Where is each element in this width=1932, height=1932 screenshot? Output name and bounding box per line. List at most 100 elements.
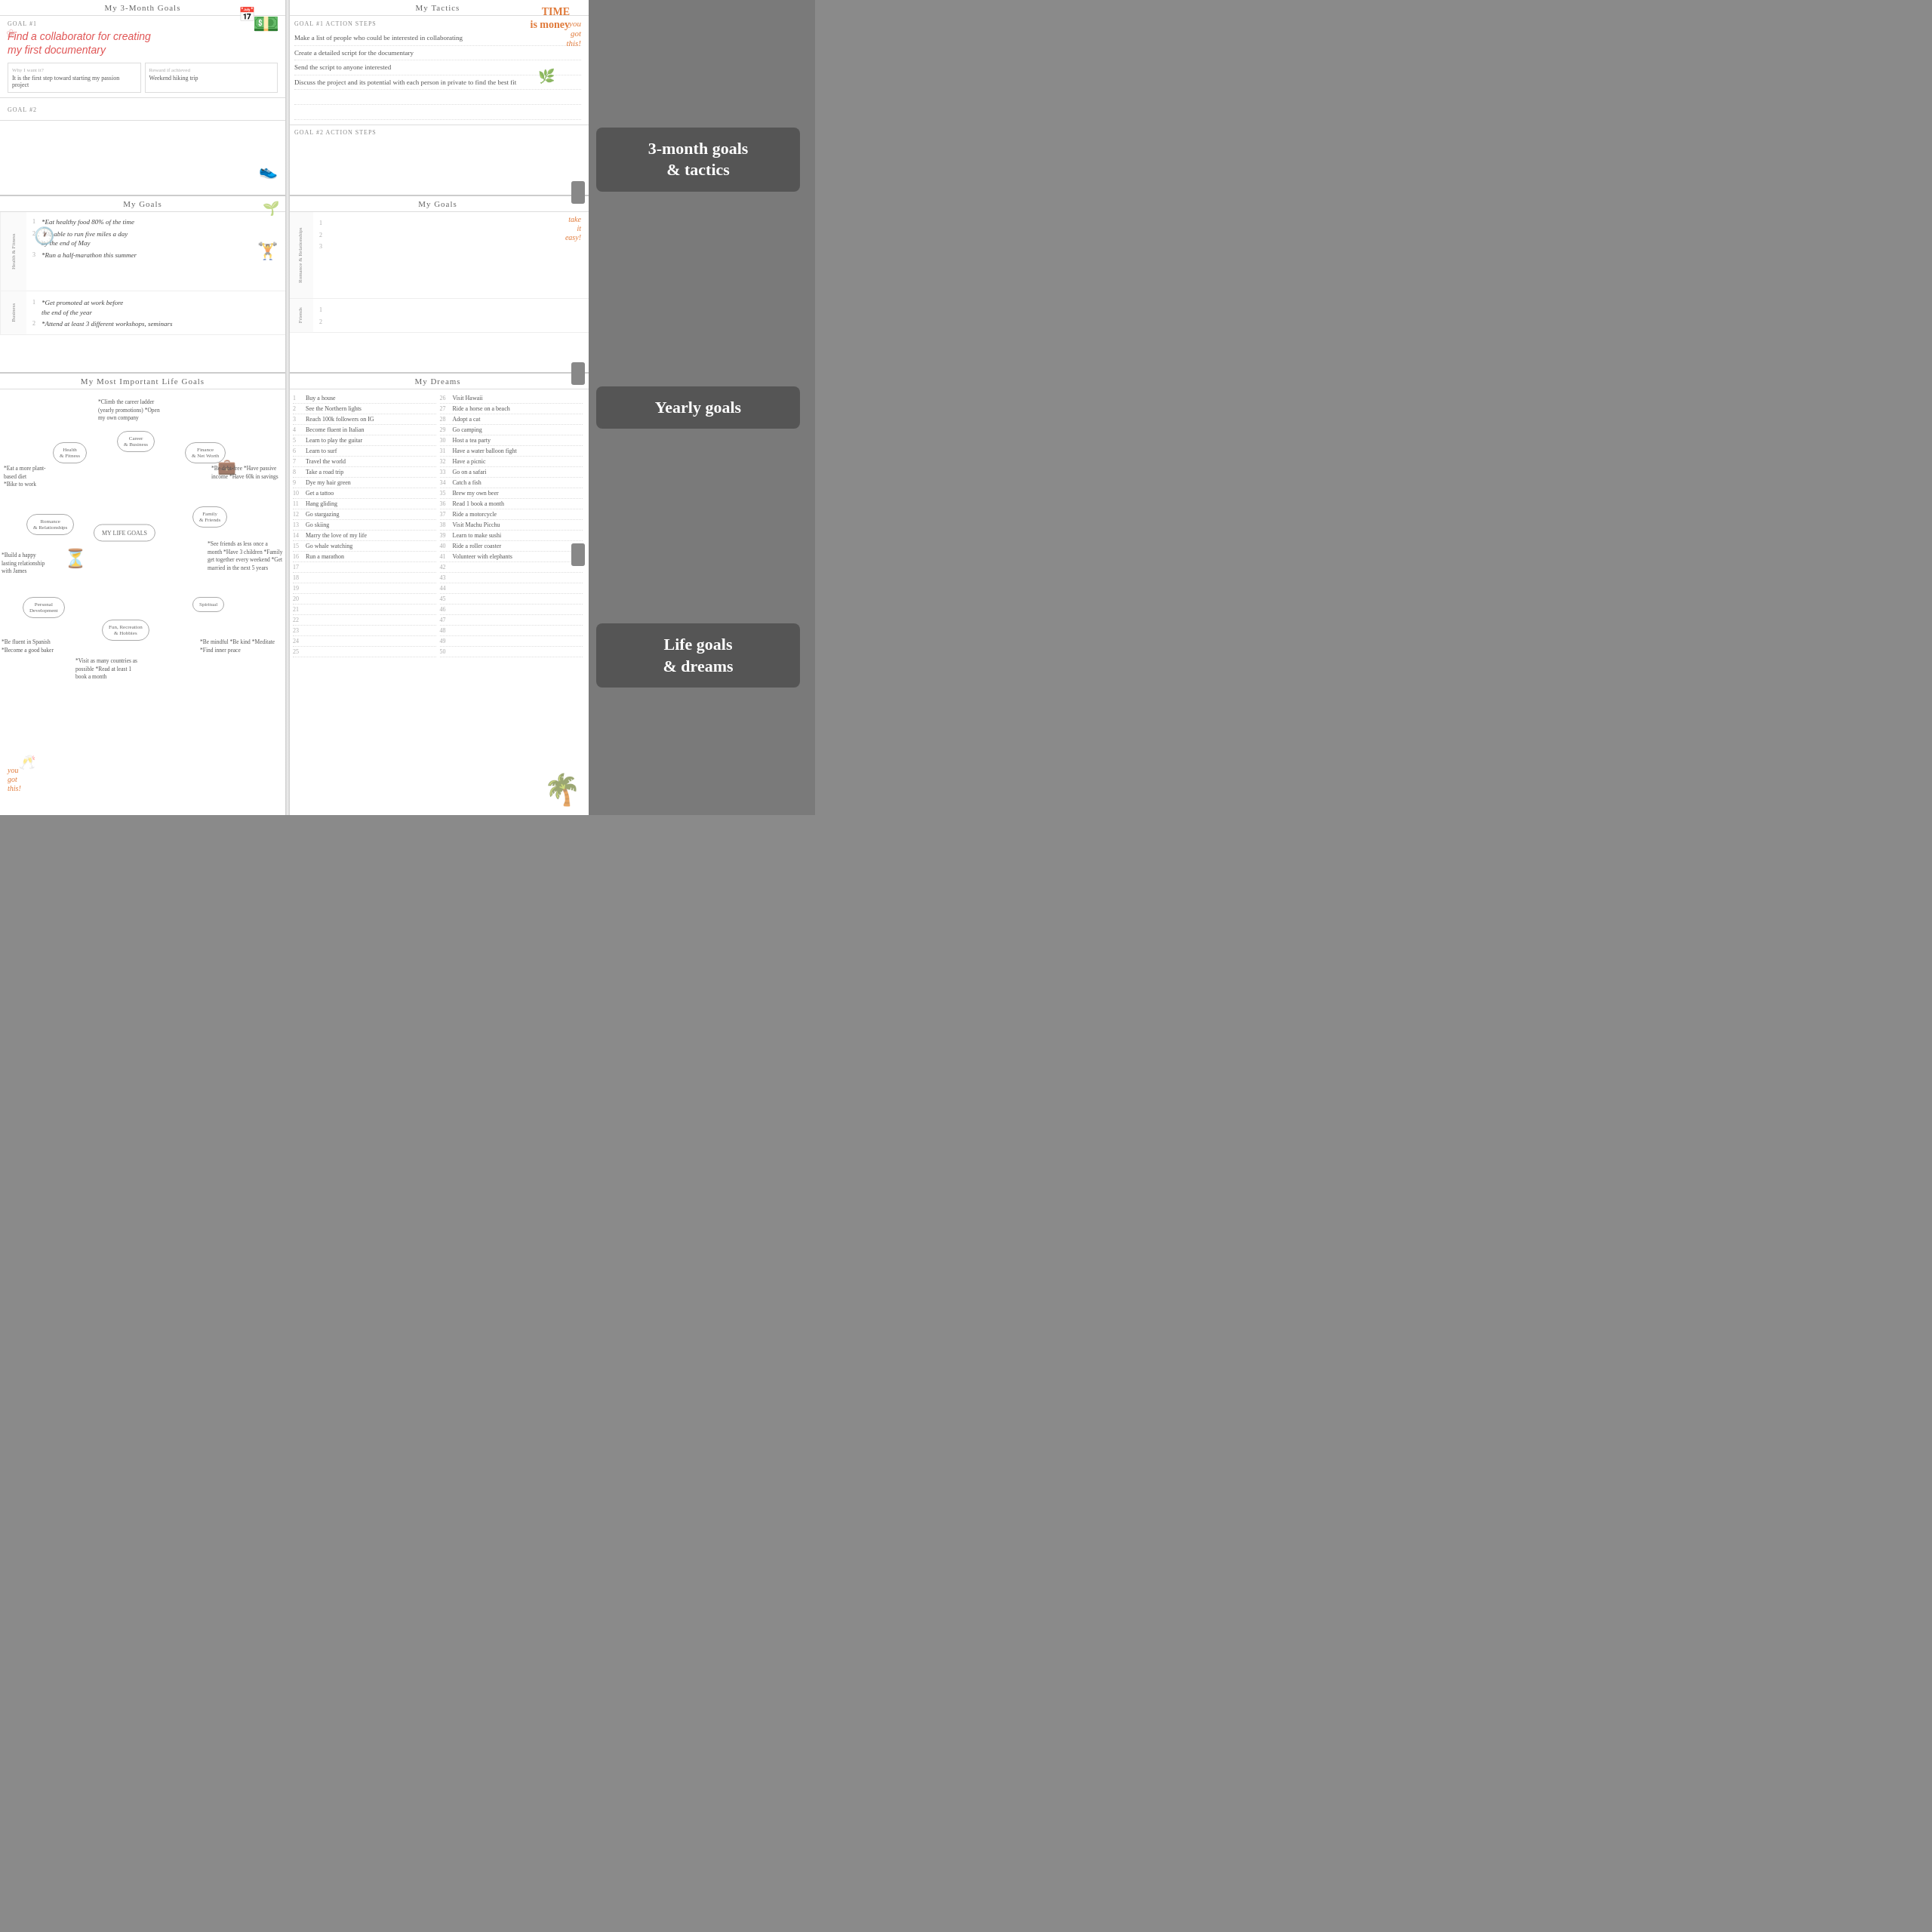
dream-item: 6Learn to surf (293, 446, 436, 457)
dream-text: Buy a house (306, 395, 336, 401)
right-labels-container: 3-month goals& tactics Yearly goals Life… (589, 0, 808, 815)
dream-item: 34Catch a fish (440, 478, 583, 488)
health-goal-1-text: *Eat healthy food 80% of the time (42, 217, 134, 227)
business-goal-1: 1 *Get promoted at work beforethe end of… (32, 298, 279, 317)
dream-num: 3 (293, 416, 303, 423)
dream-item: 40Ride a roller coaster (440, 541, 583, 552)
reward-text: Weekend hiking trip (149, 75, 274, 82)
dream-num: 11 (293, 500, 303, 507)
health-goal-1-num: 1 (32, 218, 42, 225)
dream-item: 4Become fluent in Italian (293, 425, 436, 435)
dream-item: 21 (293, 605, 436, 615)
leaf-icon: 🌿 (538, 68, 555, 85)
dream-item: 35Brew my own beer (440, 488, 583, 499)
dream-num: 24 (293, 638, 303, 645)
dream-num: 40 (440, 543, 451, 549)
fr-goal-2-num: 2 (319, 318, 328, 325)
goal2-section: GOAL #2 (0, 102, 285, 121)
romance-goal-3: 3 (319, 242, 583, 252)
dream-num: 10 (293, 490, 303, 497)
mindmap-personal-node: PersonalDevelopment (23, 597, 65, 618)
dream-item: 5Learn to play the guitar (293, 435, 436, 446)
dream-item: 36Read 1 book a month (440, 499, 583, 509)
dream-text: Go stargazing (306, 511, 340, 518)
dream-item: 8Take a road trip (293, 467, 436, 478)
friends-goal-1: 1 (319, 306, 583, 315)
mindmap-family-node: Family& Friends (192, 506, 227, 528)
life-goals-title: My Most Important Life Goals (0, 374, 285, 389)
mindmap-center-node: MY LIFE GOALS (94, 525, 155, 542)
dreams-page: My Dreams TIMEis money 1Buy a house2See … (287, 374, 589, 815)
dream-item: 10Get a tattoo (293, 488, 436, 499)
dreams-title: My Dreams (287, 374, 589, 389)
dream-text: Reach 100k followers on IG (306, 416, 374, 423)
palm-tree-icon: 🌴 (543, 772, 581, 808)
rom-goal-2-num: 2 (319, 232, 328, 238)
dream-num: 27 (440, 405, 451, 412)
dream-num: 45 (440, 595, 451, 602)
why-label: Why I want it? (12, 67, 137, 73)
health-goal-3-text: *Run a half-marathon this summer (42, 251, 137, 260)
friends-goals-content: 1 2 (313, 299, 589, 332)
mindmap-area: MY LIFE GOALS Health& Fitness Career& Bu… (0, 389, 285, 815)
goal1-section: GOAL #1 Find a collaborator for creating… (0, 16, 285, 98)
health-goal-3-num: 3 (32, 251, 42, 258)
dream-text: Run a marathon (306, 553, 344, 560)
mindmap-fun-node: Fun, Recreation& Hobbies (102, 620, 149, 641)
reward-item: Reward if achieved Weekend hiking trip 👟 (145, 63, 278, 93)
money-icon: 💵 (253, 11, 279, 36)
wine-icon: 🥂 (19, 754, 35, 771)
flower-icon: ❀ (6, 26, 16, 41)
dream-num: 38 (440, 521, 451, 528)
dream-item: 23 (293, 626, 436, 636)
friends-goal-2: 2 (319, 318, 583, 328)
goal1-label: GOAL #1 (8, 20, 278, 27)
dreams-col-2: 26Visit Hawaii27Ride a horse on a beach2… (440, 393, 583, 812)
middle-section: My Goals Health & Fitness 🕐 1 *Eat healt… (0, 196, 589, 374)
dream-item: 45 (440, 594, 583, 605)
dream-num: 39 (440, 532, 451, 539)
plant-icon: 🌱 (263, 200, 279, 217)
dream-item: 49 (440, 636, 583, 647)
hourglass-icon: ⏳ (64, 548, 87, 569)
dream-item: 25 (293, 647, 436, 657)
dream-text: Get a tattoo (306, 490, 334, 497)
life-goals-page: My Most Important Life Goals MY LIFE GOA… (0, 374, 287, 815)
biz-goal-1-num: 1 (32, 299, 42, 306)
dream-item: 47 (440, 615, 583, 626)
romance-row: Romance & Relationships 1 2 3 (287, 212, 589, 299)
dream-num: 37 (440, 511, 451, 518)
dream-item: 27Ride a horse on a beach (440, 404, 583, 414)
health-fitness-row: Health & Fitness 🕐 1 *Eat healthy food 8… (0, 212, 285, 291)
notebook: My 3-Month Goals GOAL #1 Find a collabor… (0, 0, 589, 815)
dreams-list: 1Buy a house2See the Northern lights3Rea… (287, 389, 589, 815)
yearly-goals-title-left: My Goals (0, 196, 285, 212)
dream-num: 20 (293, 595, 303, 602)
dream-num: 36 (440, 500, 451, 507)
dream-num: 14 (293, 532, 303, 539)
dream-text: Read 1 book a month (453, 500, 504, 507)
dream-text: Go camping (453, 426, 482, 433)
dream-text: Have a picnic (453, 458, 486, 465)
weights-icon: 🏋️ (257, 242, 278, 261)
goal1-sub-grid: Why I want it? It is the first step towa… (8, 63, 278, 93)
dream-num: 47 (440, 617, 451, 623)
dream-item: 3Reach 100k followers on IG (293, 414, 436, 425)
action-step-5 (294, 90, 581, 105)
dream-num: 2 (293, 405, 303, 412)
label-yearly-goals: Yearly goals (596, 386, 800, 429)
rom-goal-3-text (328, 242, 330, 252)
business-row: Business 🌱 1 *Get promoted at work befor… (0, 291, 285, 335)
health-fitness-label: Health & Fitness (0, 212, 26, 291)
mindmap-career-node: Career& Business (117, 431, 155, 452)
dream-text: Go whale watching (306, 543, 352, 549)
dream-item: 28Adopt a cat (440, 414, 583, 425)
tactics-content: GOAL #1 ACTION STEPS yougotthis! Make a … (287, 16, 589, 125)
goal2-label: GOAL #2 (8, 106, 278, 113)
dream-item: 17 (293, 562, 436, 573)
dream-text: Go skiing (306, 521, 329, 528)
dream-num: 19 (293, 585, 303, 592)
label-3month-goals: 3-month goals& tactics (596, 128, 800, 192)
romance-goal-1: 1 (319, 219, 583, 229)
biz-goal-1-text: *Get promoted at work beforethe end of t… (42, 298, 123, 317)
